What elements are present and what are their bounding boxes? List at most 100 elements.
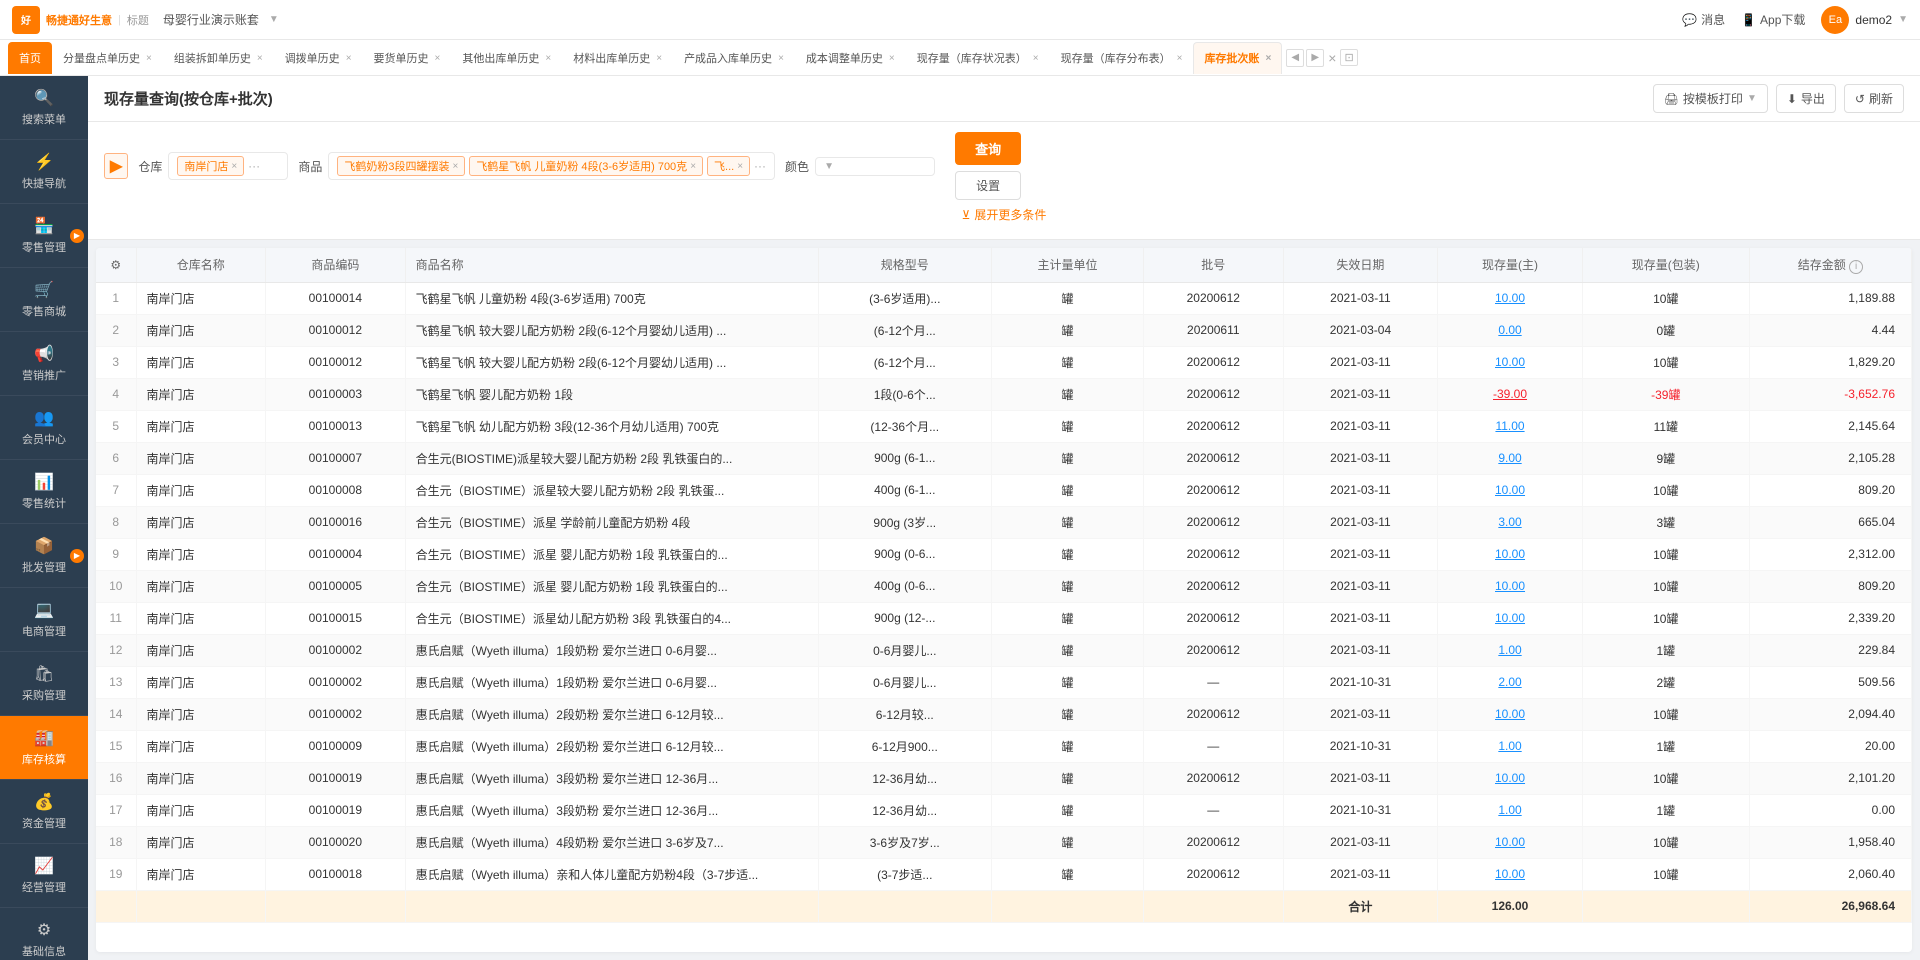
tab-cailiao-close[interactable]: ×	[656, 53, 662, 64]
expand-more-row[interactable]: ⊻ 展开更多条件	[104, 200, 1904, 229]
warehouse-more-dots[interactable]: ···	[248, 159, 260, 173]
cell-qty-main[interactable]: 2.00	[1438, 666, 1583, 698]
sidebar-item-operations[interactable]: 📈 经营管理	[0, 844, 88, 908]
tab-zuhe[interactable]: 组装拆卸单历史 ×	[163, 42, 274, 74]
cell-qty-main[interactable]: 1.00	[1438, 730, 1583, 762]
cell-qty-main[interactable]: 10.00	[1438, 858, 1583, 890]
cell-qty-main[interactable]: 1.00	[1438, 634, 1583, 666]
tab-xianzai2[interactable]: 现存量（库存分布表） ×	[1050, 42, 1194, 74]
sidebar-item-inventory[interactable]: 🏭 库存核算	[0, 716, 88, 780]
tab-kupi-close[interactable]: ×	[1265, 53, 1271, 64]
cell-qty-main[interactable]: 9.00	[1438, 442, 1583, 474]
sidebar-item-marketing[interactable]: 📢 营销推广	[0, 332, 88, 396]
cell-batch: 20200612	[1143, 602, 1283, 634]
tab-xianzai1-close[interactable]: ×	[1033, 53, 1039, 64]
product-tag-3-remove[interactable]: ×	[737, 161, 743, 172]
cell-name: 惠氏启赋（Wyeth illuma）4段奶粉 爱尔兰进口 3-6岁及7...	[405, 826, 818, 858]
sidebar-item-search[interactable]: 🔍 搜索菜单	[0, 76, 88, 140]
query-btn[interactable]: 查询	[955, 132, 1021, 165]
product-tag-container[interactable]: 飞鹤奶粉3段四罐摆装 × 飞鹤星飞帆 儿童奶粉 4段(3-6岁适用) 700克 …	[328, 152, 775, 180]
tab-close-all-btn[interactable]: ×	[1328, 50, 1336, 66]
tab-chengben-close[interactable]: ×	[889, 53, 895, 64]
cell-spec: 0-6月婴儿...	[818, 634, 991, 666]
cell-batch: 20200612	[1143, 538, 1283, 570]
user-menu[interactable]: Ea demo2 ▼	[1821, 6, 1908, 34]
tab-kupi[interactable]: 库存批次账 ×	[1193, 42, 1282, 74]
tab-qita[interactable]: 其他出库单历史 ×	[451, 42, 562, 74]
mall-icon: 🛒	[6, 280, 82, 300]
sidebar-item-mall[interactable]: 🛒 零售商城	[0, 268, 88, 332]
cell-no: 9	[96, 538, 136, 570]
cell-qty-main[interactable]: 1.00	[1438, 794, 1583, 826]
tab-chengben[interactable]: 成本调整单历史 ×	[795, 42, 906, 74]
tab-home[interactable]: 首页	[8, 42, 52, 74]
tab-diaopai-close[interactable]: ×	[346, 53, 352, 64]
cell-qty-main[interactable]: 10.00	[1438, 602, 1583, 634]
amount-info-icon[interactable]: i	[1849, 260, 1863, 274]
cell-qty-main[interactable]: 10.00	[1438, 762, 1583, 794]
tab-yaohuo-close[interactable]: ×	[435, 53, 441, 64]
template-print-btn[interactable]: 🖨 按模板打印 ▼	[1653, 84, 1768, 113]
expand-more-label: 展开更多条件	[974, 206, 1046, 223]
cell-amount: 809.20	[1749, 570, 1911, 602]
product-tag-2-remove[interactable]: ×	[690, 161, 696, 172]
cell-qty-main[interactable]: 11.00	[1438, 410, 1583, 442]
th-settings[interactable]: ⚙	[96, 248, 136, 282]
tab-chanpin[interactable]: 产成品入库单历史 ×	[673, 42, 795, 74]
app-download-btn[interactable]: 📱 App下载	[1741, 11, 1805, 28]
footer-empty-9	[1582, 890, 1749, 922]
cell-qty-main[interactable]: 10.00	[1438, 826, 1583, 858]
refresh-btn[interactable]: ↺ 刷新	[1844, 84, 1904, 113]
tab-fenban-close[interactable]: ×	[146, 53, 152, 64]
tab-xianzai2-close[interactable]: ×	[1177, 53, 1183, 64]
sidebar-item-basic[interactable]: ⚙ 基础信息	[0, 908, 88, 960]
cell-qty-main[interactable]: -39.00	[1438, 378, 1583, 410]
dropdown-industry[interactable]: ▼	[269, 14, 279, 25]
message-btn[interactable]: 💬 消息	[1682, 11, 1725, 28]
tab-next-btn[interactable]: ▶	[1306, 49, 1324, 67]
tab-diaopai[interactable]: 调拨单历史 ×	[274, 42, 363, 74]
cell-code: 00100002	[266, 698, 406, 730]
sidebar-item-retail[interactable]: 🏪 零售管理 ▶	[0, 204, 88, 268]
settings-btn[interactable]: 设置	[955, 171, 1021, 200]
tab-expand-btn[interactable]: ⊡	[1340, 49, 1357, 66]
color-tag-container[interactable]: ▼	[815, 157, 935, 176]
sidebar-item-stats[interactable]: 📊 零售统计	[0, 460, 88, 524]
tab-zuhe-close[interactable]: ×	[257, 53, 263, 64]
tab-fenban[interactable]: 分量盘点单历史 ×	[52, 42, 163, 74]
cell-name: 惠氏启赋（Wyeth illuma）2段奶粉 爱尔兰进口 6-12月较...	[405, 698, 818, 730]
sidebar-item-members[interactable]: 👥 会员中心	[0, 396, 88, 460]
product-tag-1-remove[interactable]: ×	[452, 161, 458, 172]
sidebar-item-purchase[interactable]: 🛍 采购管理	[0, 652, 88, 716]
sidebar-item-finance[interactable]: 💰 资金管理	[0, 780, 88, 844]
cell-unit: 罐	[991, 410, 1143, 442]
tab-yaohuo[interactable]: 要货单历史 ×	[363, 42, 452, 74]
cell-warehouse: 南岸门店	[136, 442, 266, 474]
sidebar-item-ecom[interactable]: 💻 电商管理	[0, 588, 88, 652]
warehouse-tag-container[interactable]: 南岸门店 × ···	[168, 152, 288, 180]
cell-qty-main[interactable]: 10.00	[1438, 570, 1583, 602]
cell-qty-main[interactable]: 0.00	[1438, 314, 1583, 346]
tab-qita-close[interactable]: ×	[545, 53, 551, 64]
tab-prev-btn[interactable]: ◀	[1286, 49, 1304, 67]
sidebar-item-wholesale[interactable]: 📦 批发管理 ▶	[0, 524, 88, 588]
cell-qty-main[interactable]: 3.00	[1438, 506, 1583, 538]
sidebar-item-shortcut[interactable]: ⚡ 快捷导航	[0, 140, 88, 204]
cell-qty-main[interactable]: 10.00	[1438, 474, 1583, 506]
cell-warehouse: 南岸门店	[136, 346, 266, 378]
th-amount: 结存金额 i	[1749, 248, 1911, 282]
cell-qty-main[interactable]: 10.00	[1438, 538, 1583, 570]
product-more-dots[interactable]: ···	[754, 159, 766, 173]
cell-qty-main[interactable]: 10.00	[1438, 346, 1583, 378]
tab-xianzai1[interactable]: 现存量（库存状况表） ×	[906, 42, 1050, 74]
cell-qty-main[interactable]: 10.00	[1438, 282, 1583, 314]
cell-no: 17	[96, 794, 136, 826]
warehouse-tag-remove[interactable]: ×	[231, 161, 237, 172]
cell-qty-pkg: 10罐	[1582, 570, 1749, 602]
cell-qty-pkg: 3罐	[1582, 506, 1749, 538]
filter-expand-icon[interactable]: ▶	[104, 153, 128, 179]
tab-chanpin-close[interactable]: ×	[778, 53, 784, 64]
export-btn[interactable]: ⬇ 导出	[1776, 84, 1836, 113]
cell-qty-main[interactable]: 10.00	[1438, 698, 1583, 730]
tab-cailiao[interactable]: 材料出库单历史 ×	[562, 42, 673, 74]
